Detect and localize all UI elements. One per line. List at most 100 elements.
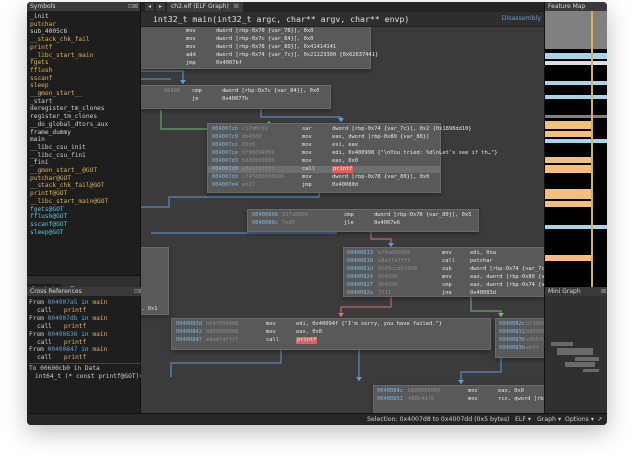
symbol-item[interactable]: fgets (30, 59, 137, 67)
symbol-item[interactable]: _start (30, 98, 137, 106)
elf-dropdown[interactable]: ELF ▾ (515, 414, 531, 425)
bottom-tabbar: Symbols Tags (27, 275, 140, 295)
asm-address: 0040083d (176, 321, 202, 327)
asm-row[interactable]: je 0x40077b (141, 96, 330, 103)
basic-block-8[interactable]: 0040084c b800000000 mov eax, 0x0 00400851 488… (373, 385, 544, 413)
asm-row[interactable]: 0040081d 8b45cc897800 sub dword [rbp-0x74 {… (344, 266, 544, 273)
xref-to-line[interactable]: To 00600cb0 in Data (29, 365, 142, 373)
asm-row[interactable]: 004007dd c745880000000 mov dword [rbp-0x78 … (208, 174, 440, 181)
xref-entry[interactable]: From 00400847 in main (29, 346, 142, 354)
asm-row[interactable]: 0040083d bf4f094000 mov edi, 0x40094f {"I'm… (172, 321, 490, 328)
asm-row[interactable]: 004007cb c17d0c02 sar dword [rbp-0x74 {var_… (208, 126, 472, 133)
asm-operands: dword [rbp-0x78 {var_80}], 0x0 (332, 174, 430, 180)
symbol-item[interactable]: putchar (30, 21, 137, 29)
symbol-item[interactable]: __stack_chk_fail@GOT (30, 182, 137, 190)
basic-block-4[interactable]: 00400808 837d8800 cmp dword [rbp-0x78 {var_… (247, 209, 479, 232)
feature-map[interactable] (545, 11, 607, 287)
asm-row[interactable]: 0040082a 7511 jne 0x40083d (344, 290, 544, 297)
symbol-item[interactable]: fflush (30, 67, 137, 75)
status-bar: Selection: 0x4007d8 to 0x4007dd (0x5 byt… (27, 413, 607, 425)
symbol-item[interactable]: _init (30, 13, 137, 21)
asm-row[interactable]: 00400813 bf0a000000 mov edi, 0xa (344, 250, 544, 257)
back-arrow-icon[interactable]: ◂ (145, 3, 154, 11)
asm-row[interactable]: jmp 0x4007bf (141, 60, 370, 67)
symbol-item[interactable]: main (30, 136, 137, 144)
asm-row[interactable]: 004007ce bf98094000 mov edi, 0x400998 {"\nY… (208, 150, 498, 157)
asm-row[interactable]: 0040084c b800000000 mov eax, 0x0 (374, 388, 544, 395)
symbol-item[interactable]: __do_global_dtors_aux (30, 121, 137, 129)
asm-row[interactable]: 00400824 8b4590 mov eax, dword [rbp-0x80 {v… (344, 274, 544, 281)
forward-arrow-icon[interactable]: ▸ (156, 3, 165, 11)
basic-block-3[interactable]: 004007cb c17d0c02 sar dword [rbp-0x74 {var_… (207, 123, 498, 193)
symbol-item[interactable]: putchar@GOT (30, 175, 137, 183)
function-signature-bar: int32_t main(int32_t argc, char** argv, … (141, 12, 544, 27)
asm-row[interactable]: 00400808 837d8800 cmp dword [rbp-0x78 {var_… (248, 212, 478, 219)
panel-controls-icon[interactable]: ⊡⊠ (128, 2, 138, 11)
symbol-item[interactable]: __libc_csu_fini (30, 152, 137, 160)
asm-row[interactable]: 004007cc 89c6 mov esi, eax (208, 142, 440, 149)
control-flow-graph[interactable]: mov dword [rbp-0x70 {var_78}], 0x0 mov dwor… (141, 27, 544, 413)
symbol-item[interactable]: printf@GOT (30, 190, 137, 198)
asm-row[interactable]: 00400851 488b4df8 mov rcx, qword [rbp-0x8 {… (374, 396, 544, 403)
disassembly-link[interactable]: Disassembly (502, 15, 541, 22)
asm-row[interactable]: 0040083b eb0f (496, 345, 544, 352)
symbol-item[interactable]: sub_4005c6 (30, 28, 137, 36)
feature-map-header: Feature Map (545, 2, 607, 11)
asm-row[interactable]: mov dword [rbp-0x78 {var_80}], 0x41414141 (141, 44, 370, 51)
asm-row[interactable]: 004007d3 b800000000 mov eax, 0x0 (208, 158, 440, 165)
tab-close-icon[interactable]: ⊠ (234, 3, 239, 10)
asm-row[interactable]: 00400 cmp dword [rbp-0x7c {var_84}], 0x0 (141, 88, 330, 95)
symbol-item[interactable]: __stack_chk_fail (30, 36, 137, 44)
symbol-item[interactable]: printf (30, 44, 137, 52)
asm-row[interactable]: 00400827 3b4590 cmp eax, dword [rbp-0x74 {v… (344, 282, 544, 289)
asm-row[interactable]: add dword [rbp-0x74 {var_7c}], 0x21223300… (141, 52, 378, 59)
options-dropdown[interactable]: Options ▾ (565, 414, 594, 425)
panel-controls-icon[interactable]: ⊠ (601, 287, 606, 296)
asm-row[interactable]: 00400831b800000000 (496, 329, 544, 336)
asm-bytes: 89c6 (242, 142, 255, 148)
asm-row[interactable]: mov dword [rbp-0x7c {var_84}], 0x0 (141, 36, 370, 43)
asm-operands: eax, 0x0 (498, 388, 524, 394)
xref-entry[interactable]: From 004007a5 in main (29, 299, 142, 307)
asm-row[interactable]: 00400842 b800000000 mov eax, 0x0 (172, 329, 490, 336)
symbol-item[interactable]: register_tm_clones (30, 113, 137, 121)
tab-ch2-elf[interactable]: ch2.elf (ELF Graph) ⊠ (167, 2, 243, 12)
mini-graph[interactable] (545, 296, 607, 413)
asm-row[interactable]: 004007e4 eb27 jmp 0x40080d (208, 182, 440, 189)
asm-row[interactable]: 004007d8 e8e1fdffff call printf (208, 166, 440, 173)
symbol-item[interactable]: sleep@GOT (30, 229, 137, 237)
symbol-item[interactable]: __libc_csu_init (30, 144, 137, 152)
asm-row[interactable]: 00400818 e8a1fdffff call putchar (344, 258, 544, 265)
basic-block-1[interactable]: mov dword [rbp-0x70 {var_78}], 0x0 mov dwor… (141, 27, 378, 69)
asm-row[interactable]: 0040082cbf30094000 (496, 321, 544, 328)
asm-row[interactable]: 004007c9 8b4580 mov eax, dword [rbp-0x80 {v… (208, 134, 440, 141)
asm-mnemonic: sar (302, 126, 312, 132)
symbol-item[interactable]: frame_dummy (30, 129, 137, 137)
basic-block-5[interactable]: 00400813 bf0a000000 mov edi, 0xa 00400818 e8a… (343, 247, 544, 297)
asm-row[interactable]: 00400836e8b5fdffff (496, 337, 544, 344)
basic-block-7[interactable]: 0040082cbf3009400000400831b8000000000040… (495, 318, 544, 358)
xref-entry[interactable]: From 004007db in main (29, 315, 142, 323)
symbol-item[interactable]: _fini (30, 159, 137, 167)
basic-block-partial[interactable]: ], 0x1 (141, 247, 169, 315)
symbol-item[interactable]: sscanf (30, 75, 137, 83)
symbol-item[interactable]: __gmon_start__ (30, 90, 137, 98)
symbol-item[interactable]: fgets@GOT (30, 206, 137, 214)
symbol-item[interactable]: sleep (30, 82, 137, 90)
asm-row[interactable]: mov dword [rbp-0x70 {var_78}], 0x0 (141, 28, 370, 35)
expand-icon[interactable]: ↗ (597, 414, 602, 425)
basic-block-6[interactable]: 0040083d bf4f094000 mov edi, 0x40094f {"I'm… (171, 318, 491, 350)
symbol-item[interactable]: __gmon_start__@GOT (30, 167, 137, 175)
symbol-item[interactable]: sscanf@GOT (30, 221, 137, 229)
symbol-item[interactable]: __libc_start_main@GOT (30, 198, 137, 206)
basic-block-2[interactable]: 00400 cmp dword [rbp-0x7c {var_84}], 0x0 je… (141, 85, 331, 109)
symbol-item[interactable]: __libc_start_main (30, 52, 137, 60)
asm-row-partial: ], 0x1 (141, 306, 158, 312)
asm-row[interactable]: 0040080c 7ed5 jle 0x4007e6 (248, 220, 478, 227)
asm-bytes: c17d0c02 (242, 126, 268, 132)
xref-entry[interactable]: From 00400836 in main (29, 331, 142, 339)
symbol-item[interactable]: fflush@GOT (30, 213, 137, 221)
symbol-item[interactable]: deregister_tm_clones (30, 105, 137, 113)
graph-dropdown[interactable]: Graph ▾ (537, 414, 561, 425)
asm-row[interactable]: 00400847 e8a4fdffff call printf (172, 337, 490, 344)
